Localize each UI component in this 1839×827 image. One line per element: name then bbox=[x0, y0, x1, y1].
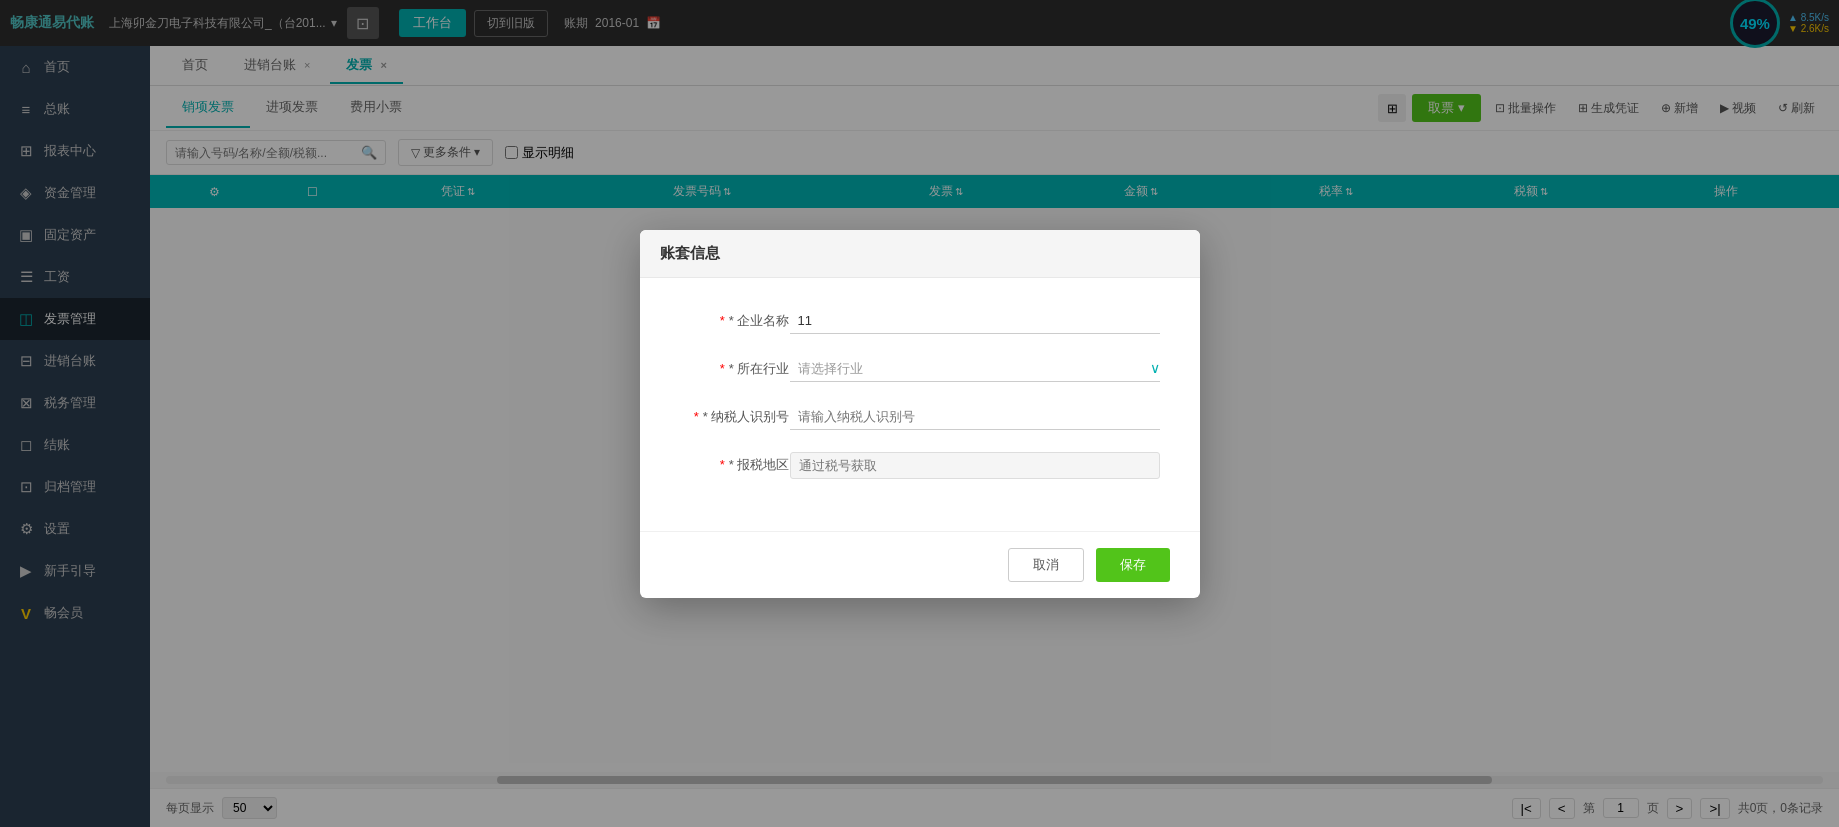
industry-select-wrapper: 请选择行业 ∨ bbox=[790, 356, 1160, 382]
form-row-tax-id: ** 纳税人识别号 bbox=[680, 404, 1160, 430]
form-row-company: ** 企业名称 bbox=[680, 308, 1160, 334]
tax-id-input[interactable] bbox=[790, 404, 1160, 430]
company-name-input[interactable] bbox=[790, 308, 1160, 334]
industry-select[interactable]: 请选择行业 bbox=[790, 356, 1150, 381]
tax-id-label: ** 纳税人识别号 bbox=[680, 408, 790, 426]
industry-label: ** 所在行业 bbox=[680, 360, 790, 378]
modal-body: ** 企业名称 ** 所在行业 请选择行业 ∨ ** 纳税人识 bbox=[640, 278, 1200, 531]
modal-overlay: 账套信息 ** 企业名称 ** 所在行业 请选择行业 ∨ bbox=[0, 0, 1839, 827]
company-name-label: ** 企业名称 bbox=[680, 312, 790, 330]
tax-region-input bbox=[790, 452, 1160, 479]
modal-footer: 取消 保存 bbox=[640, 531, 1200, 598]
form-row-tax-region: ** 报税地区 bbox=[680, 452, 1160, 479]
tax-region-label: ** 报税地区 bbox=[680, 456, 790, 474]
modal-header: 账套信息 bbox=[640, 230, 1200, 278]
account-info-modal: 账套信息 ** 企业名称 ** 所在行业 请选择行业 ∨ bbox=[640, 230, 1200, 598]
industry-dropdown-icon: ∨ bbox=[1150, 360, 1160, 376]
modal-title: 账套信息 bbox=[660, 244, 720, 261]
save-button[interactable]: 保存 bbox=[1096, 548, 1170, 582]
cancel-button[interactable]: 取消 bbox=[1008, 548, 1084, 582]
form-row-industry: ** 所在行业 请选择行业 ∨ bbox=[680, 356, 1160, 382]
